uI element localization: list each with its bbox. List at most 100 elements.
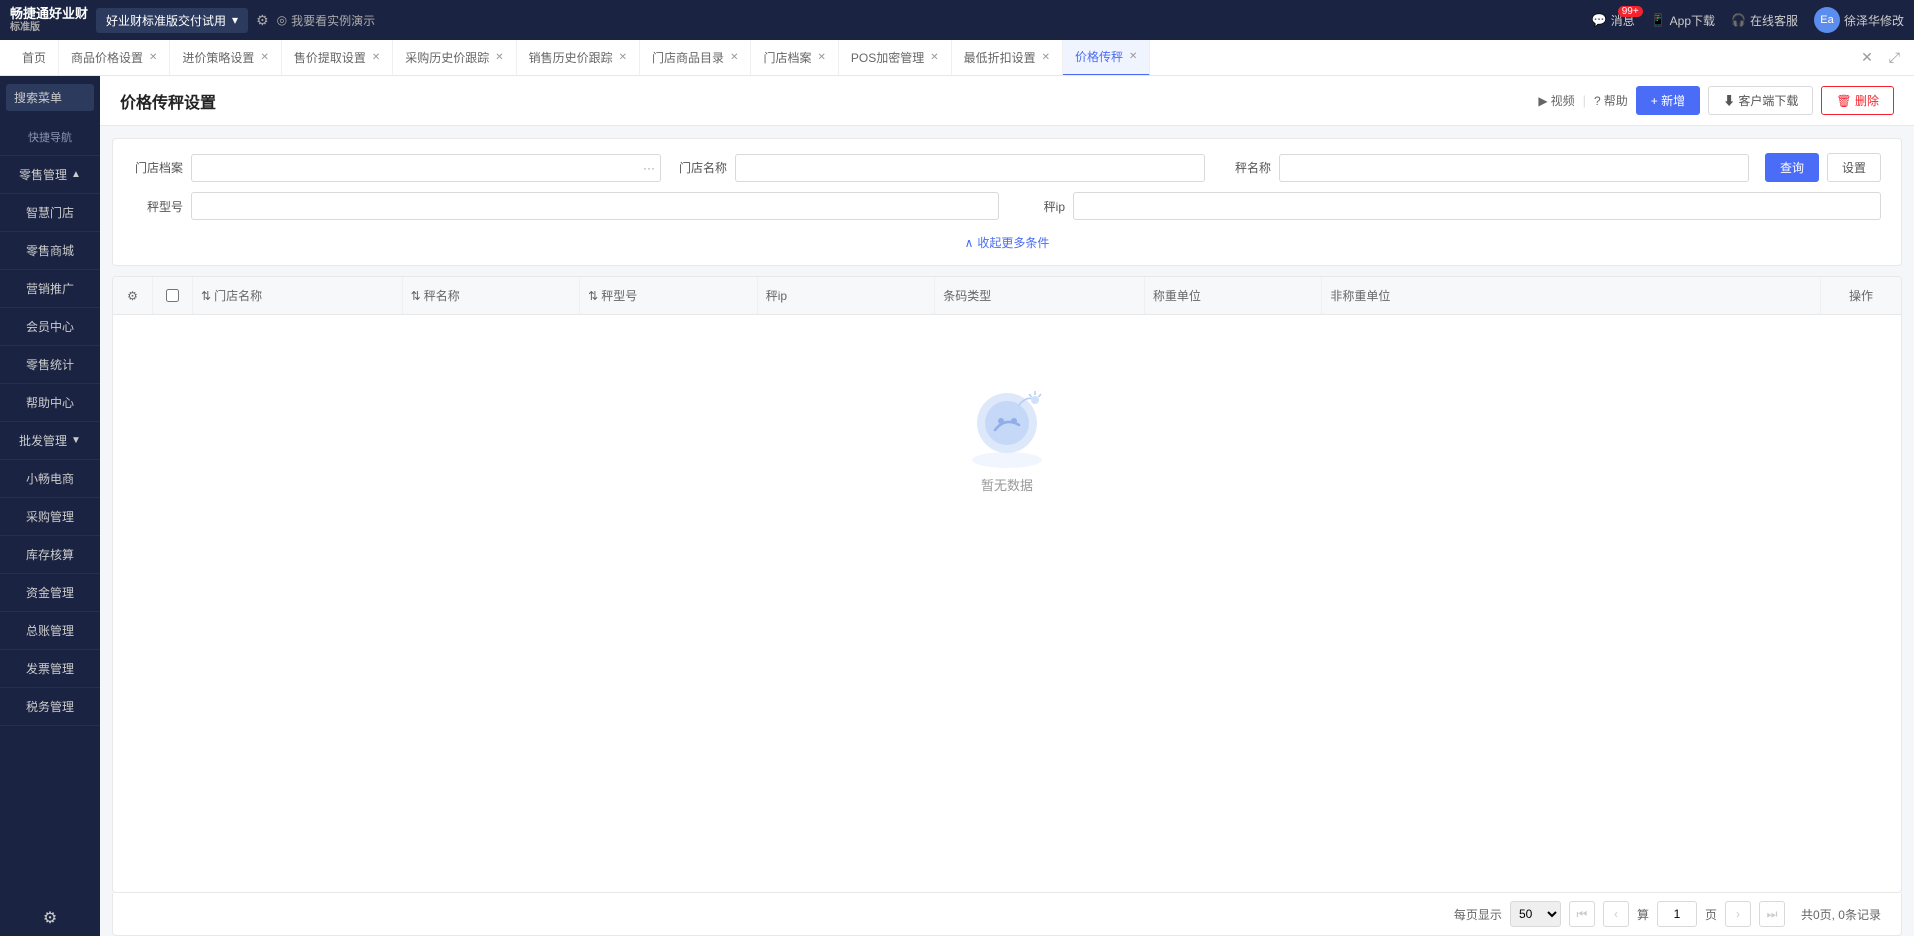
form-item-scale-name: 秤名称 xyxy=(1221,154,1749,182)
scale-name-input[interactable] xyxy=(1279,154,1749,182)
sidebar-item-finance[interactable]: 资金管理 xyxy=(0,574,100,612)
tab-min-discount[interactable]: 最低折扣设置 ✕ xyxy=(952,40,1063,76)
store-archive-input[interactable] xyxy=(191,154,661,182)
form-item-scale-ip: 秤ip xyxy=(1015,192,1881,220)
sidebar-item-tax[interactable]: 税务管理 xyxy=(0,688,100,726)
sidebar-settings-icon[interactable]: ⚙ xyxy=(43,908,57,928)
tab-purchase-history[interactable]: 采购历史价跟踪 ✕ xyxy=(393,40,516,76)
last-page-button[interactable]: ⏭ xyxy=(1759,901,1785,927)
sidebar-item-membership[interactable]: 会员中心 xyxy=(0,308,100,346)
top-bar-left: 畅捷通好业财 标准版 好业财标准版交付试用 ▾ ⚙ ◎ 我要看实例演示 xyxy=(10,6,375,34)
sidebar-item-retail-management[interactable]: 零售管理 ▲ xyxy=(0,156,100,194)
download-button[interactable]: ⬇ 客户端下载 xyxy=(1708,86,1813,115)
tab-price-scale[interactable]: 价格传秤 ✕ xyxy=(1063,40,1150,76)
th-barcode-type: 条码类型 xyxy=(935,277,1145,314)
scale-ip-input[interactable] xyxy=(1073,192,1881,220)
tab-close-icon[interactable]: ✕ xyxy=(1129,51,1137,62)
tab-purchase-strategy[interactable]: 进价策略设置 ✕ xyxy=(170,40,281,76)
per-page-select[interactable]: 50 10 20 100 xyxy=(1510,901,1561,927)
per-page-label: 每页显示 xyxy=(1454,906,1502,923)
th-settings[interactable]: ⚙ xyxy=(113,277,153,314)
tab-close-icon[interactable]: ✕ xyxy=(930,52,938,63)
sidebar-item-retail-mall[interactable]: 零售商城 xyxy=(0,232,100,270)
sidebar-item-marketing[interactable]: 营销推广 xyxy=(0,270,100,308)
form-row-2: 秤型号 秤ip xyxy=(133,192,1881,220)
select-all-checkbox[interactable] xyxy=(166,289,179,302)
th-store-name: ⇅ 门店名称 xyxy=(193,277,403,314)
sidebar-item-smart-store[interactable]: 智慧门店 xyxy=(0,194,100,232)
top-bar: 畅捷通好业财 标准版 好业财标准版交付试用 ▾ ⚙ ◎ 我要看实例演示 💬 消息… xyxy=(0,0,1914,40)
tab-store-catalog[interactable]: 门店商品目录 ✕ xyxy=(640,40,751,76)
scale-ip-label: 秤ip xyxy=(1015,198,1065,215)
online-service-button[interactable]: 🎧 在线客服 xyxy=(1731,12,1798,29)
tab-close-icon[interactable]: ✕ xyxy=(619,52,627,63)
th-scale-model: ⇅ 秤型号 xyxy=(580,277,758,314)
form-item-store-name: 门店名称 xyxy=(677,154,1205,182)
delete-button[interactable]: 🗑 删除 xyxy=(1821,86,1894,115)
tab-sales-history[interactable]: 销售历史价跟踪 ✕ xyxy=(517,40,640,76)
next-page-button[interactable]: › xyxy=(1725,901,1751,927)
prev-page-button[interactable]: ‹ xyxy=(1603,901,1629,927)
query-button[interactable]: 查询 xyxy=(1765,153,1819,182)
store-archive-input-wrapper: ··· xyxy=(191,154,661,182)
sidebar-item-ecommerce[interactable]: 小畅电商 xyxy=(0,460,100,498)
top-bar-right: 💬 消息 99+ 📱 App下载 🎧 在线客服 Ea 徐泽华修改 xyxy=(1592,7,1904,33)
message-icon: 💬 xyxy=(1592,13,1607,27)
ellipsis-icon[interactable]: ··· xyxy=(643,161,655,175)
close-tab-icon[interactable]: ✕ xyxy=(1855,47,1879,68)
sort-icon[interactable]: ⇅ xyxy=(411,289,421,303)
tab-pos-management[interactable]: POS加密管理 ✕ xyxy=(839,40,952,76)
sidebar-item-general-ledger[interactable]: 总账管理 xyxy=(0,612,100,650)
messages-button[interactable]: 💬 消息 99+ xyxy=(1592,12,1635,29)
sort-icon[interactable]: ⇅ xyxy=(201,289,211,303)
first-page-button[interactable]: ⏮ xyxy=(1569,901,1595,927)
tab-home[interactable]: 首页 xyxy=(10,40,59,76)
data-table: ⚙ ⇅ 门店名称 ⇅ 秤名称 ⇅ 秤型号 xyxy=(112,276,1902,893)
page-title: 价格传秤设置 xyxy=(120,89,216,113)
download-icon: 📱 xyxy=(1651,13,1666,27)
tab-close-icon[interactable]: ✕ xyxy=(1042,52,1050,63)
scale-model-input[interactable] xyxy=(191,192,999,220)
arrow-up-icon: ▲ xyxy=(71,169,81,180)
tab-close-icon[interactable]: ✕ xyxy=(730,52,738,63)
sidebar-item-wholesale[interactable]: 批发管理 ▼ xyxy=(0,422,100,460)
tab-product-price[interactable]: 商品价格设置 ✕ xyxy=(59,40,170,76)
collapse-button[interactable]: ∧ 收起更多条件 xyxy=(133,230,1881,255)
avatar: Ea xyxy=(1814,7,1840,33)
form-item-scale-model: 秤型号 xyxy=(133,192,999,220)
add-button[interactable]: + 新增 xyxy=(1636,86,1700,115)
sidebar-item-purchase[interactable]: 采购管理 xyxy=(0,498,100,536)
demo-button[interactable]: ◎ 我要看实例演示 xyxy=(277,12,376,29)
sidebar-item-help-center[interactable]: 帮助中心 xyxy=(0,384,100,422)
tab-close-icon[interactable]: ✕ xyxy=(495,52,503,63)
main-area: 搜索菜单 快捷导航 零售管理 ▲ 智慧门店 零售商城 营销推广 会员中心 零售统… xyxy=(0,76,1914,936)
empty-text: 暂无数据 xyxy=(981,475,1033,494)
page-number-input[interactable] xyxy=(1657,901,1697,927)
tab-close-icon[interactable]: ✕ xyxy=(372,52,380,63)
empty-illustration xyxy=(947,375,1067,475)
store-name-input[interactable] xyxy=(735,154,1205,182)
tab-close-icon[interactable]: ✕ xyxy=(149,52,157,63)
version-selector[interactable]: 好业财标准版交付试用 ▾ xyxy=(96,8,248,33)
tab-close-icon[interactable]: ✕ xyxy=(260,52,268,63)
action-buttons: 查询 设置 xyxy=(1765,153,1881,182)
sidebar-item-inventory[interactable]: 库存核算 xyxy=(0,536,100,574)
settings-form-button[interactable]: 设置 xyxy=(1827,153,1881,182)
sort-icon[interactable]: ⇅ xyxy=(588,289,598,303)
user-menu-button[interactable]: Ea 徐泽华修改 xyxy=(1814,7,1904,33)
help-link[interactable]: ? 帮助 xyxy=(1594,92,1628,109)
sidebar-item-invoice[interactable]: 发票管理 xyxy=(0,650,100,688)
th-scale-name: ⇅ 秤名称 xyxy=(403,277,581,314)
tab-close-icon[interactable]: ✕ xyxy=(817,52,825,63)
maximize-tab-icon[interactable]: ⤢ xyxy=(1883,47,1906,68)
topbar-settings-icon[interactable]: ⚙ xyxy=(256,12,269,29)
help-icon: ? xyxy=(1594,94,1601,108)
tab-sale-price[interactable]: 售价提取设置 ✕ xyxy=(282,40,393,76)
sidebar-item-retail-stats[interactable]: 零售统计 xyxy=(0,346,100,384)
scale-model-label: 秤型号 xyxy=(133,198,183,215)
video-link[interactable]: ▶ 视频 xyxy=(1538,92,1574,109)
tab-store-archive[interactable]: 门店档案 ✕ xyxy=(751,40,838,76)
th-checkbox[interactable] xyxy=(153,277,193,314)
app-download-button[interactable]: 📱 App下载 xyxy=(1651,12,1715,29)
search-menu-button[interactable]: 搜索菜单 xyxy=(6,84,94,111)
